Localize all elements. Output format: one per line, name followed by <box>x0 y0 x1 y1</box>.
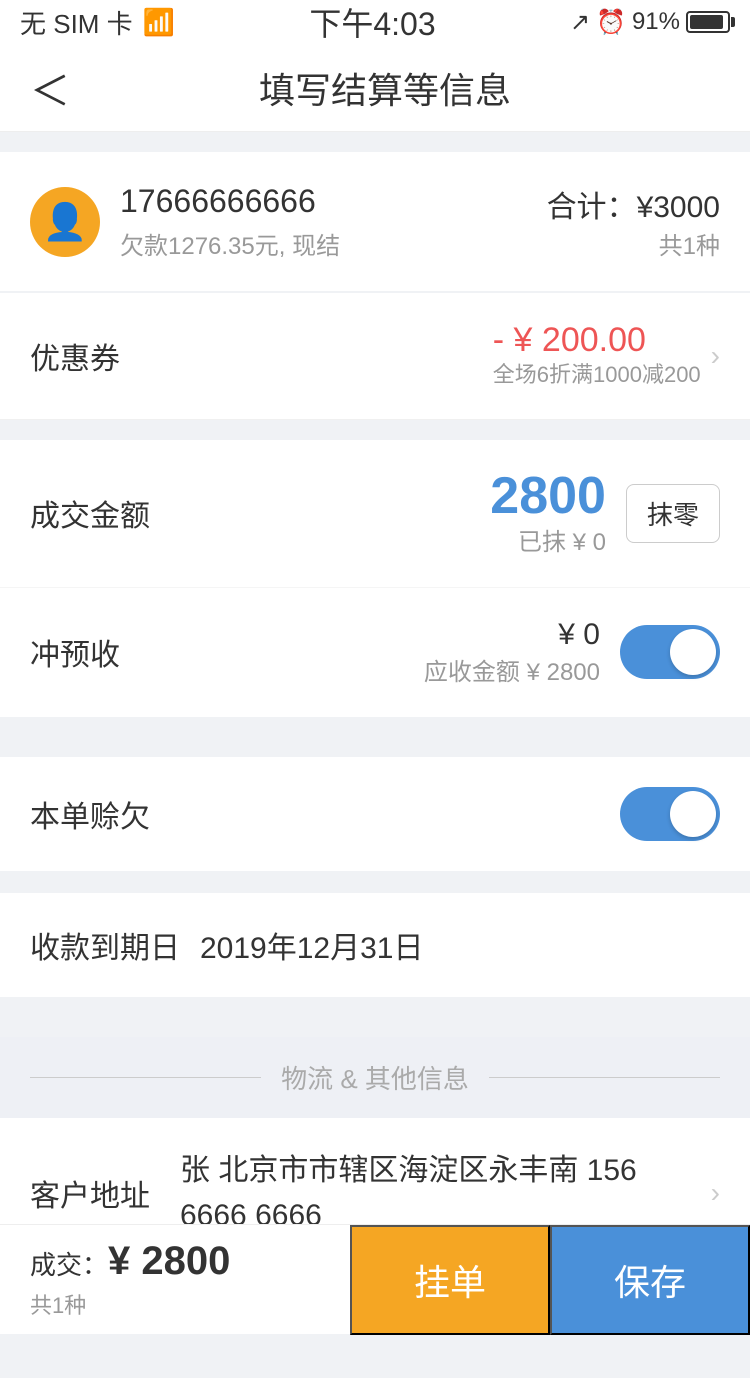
avatar: 👤 <box>30 187 100 257</box>
user-total: 合计：¥3000 共1种 <box>547 182 720 261</box>
erase-button[interactable]: 抹零 <box>626 484 720 543</box>
status-right: ↗ ⏰ 91% <box>570 8 730 37</box>
page-title: 填写结算等信息 <box>90 62 680 114</box>
total-value: ¥3000 <box>637 191 720 224</box>
chevron-right-icon: › <box>711 340 720 372</box>
battery-fill <box>690 15 723 29</box>
total-label: 合计： <box>547 191 637 224</box>
toggle-knob <box>670 629 716 675</box>
bottom-info: 成交：¥ 2800 共1种 <box>0 1239 350 1320</box>
due-date-label: 收款到期日 <box>30 923 180 967</box>
prepaid-label: 冲预收 <box>30 630 120 674</box>
prepaid-toggle[interactable] <box>620 625 720 679</box>
prepaid-receivable: 应收金额 ¥ 2800 <box>424 652 600 687</box>
bottom-deal-text: 成交： <box>30 1250 108 1280</box>
deal-amount-row: 成交金额 2800 已抹 ¥ 0 抹零 <box>0 440 750 588</box>
section-header-text: 物流 & 其他信息 <box>281 1059 469 1096</box>
sim-label: 无 SIM 卡 <box>20 4 133 41</box>
status-time: 下午4:03 <box>309 0 435 45</box>
coupon-row[interactable]: 优惠券 - ¥ 200.00 全场6折满1000减200 › <box>0 293 750 420</box>
deal-amount-value: 2800 <box>490 470 606 522</box>
save-button[interactable]: 保存 <box>550 1225 750 1335</box>
bottom-deal-label: 成交：¥ 2800 <box>30 1239 320 1284</box>
debt-toggle[interactable] <box>620 787 720 841</box>
header-line-left <box>30 1077 261 1078</box>
battery-icon <box>686 11 730 33</box>
prepaid-right: ¥ 0 应收金额 ¥ 2800 <box>424 618 720 687</box>
section-gap-2 <box>0 717 750 737</box>
logistics-section-header: 物流 & 其他信息 <box>0 1037 750 1118</box>
location-icon: ↗ <box>570 8 590 37</box>
debt-row: 本单赊欠 <box>0 757 750 871</box>
due-date-row: 收款到期日 2019年12月31日 <box>0 893 750 997</box>
form-section-1: 成交金额 2800 已抹 ¥ 0 抹零 冲预收 ¥ 0 应收金额 ¥ 2800 <box>0 440 750 717</box>
user-phone: 17666666666 <box>120 183 340 220</box>
user-card: 👤 17666666666 欠款1276.35元, 现结 合计：¥3000 共1… <box>0 152 750 291</box>
address-label: 客户地址 <box>30 1171 150 1215</box>
battery-percent: 91% <box>632 8 680 36</box>
user-left: 👤 17666666666 欠款1276.35元, 现结 <box>30 183 340 261</box>
debt-toggle-knob <box>670 791 716 837</box>
wifi-icon: 📶 <box>143 7 175 38</box>
bottom-bar: 成交：¥ 2800 共1种 挂单 保存 <box>0 1224 750 1334</box>
bottom-count: 共1种 <box>30 1288 320 1320</box>
prepaid-row: 冲预收 ¥ 0 应收金额 ¥ 2800 <box>0 588 750 717</box>
coupon-right: - ¥ 200.00 全场6折满1000减200 › <box>493 321 720 391</box>
section-gap-1 <box>0 420 750 440</box>
address-chevron-icon: › <box>711 1177 720 1209</box>
debt-label: 本单赊欠 <box>30 792 150 836</box>
header-line-right <box>489 1077 720 1078</box>
coupon-label: 优惠券 <box>30 334 120 378</box>
user-info: 17666666666 欠款1276.35元, 现结 <box>120 183 340 261</box>
clock-icon: ⏰ <box>596 8 626 37</box>
prepaid-amount: ¥ 0 <box>424 618 600 652</box>
bottom-deal-amount: ¥ 2800 <box>108 1239 230 1283</box>
due-date-value: 2019年12月31日 <box>200 923 423 967</box>
section-gap-4 <box>0 997 750 1017</box>
deal-erased: 已抹 ¥ 0 <box>490 522 606 557</box>
nav-bar: ＜ 填写结算等信息 <box>0 44 750 132</box>
content-area: 👤 17666666666 欠款1276.35元, 现结 合计：¥3000 共1… <box>0 152 750 1378</box>
status-bar: 无 SIM 卡 📶 下午4:03 ↗ ⏰ 91% <box>0 0 750 44</box>
deal-amount-wrap: 2800 已抹 ¥ 0 <box>490 470 606 557</box>
user-debt: 欠款1276.35元, 现结 <box>120 226 340 261</box>
status-left: 无 SIM 卡 📶 <box>20 4 175 41</box>
back-button[interactable]: ＜ <box>30 59 70 117</box>
deal-amount-label: 成交金额 <box>30 491 150 535</box>
coupon-desc: 全场6折满1000减200 <box>493 360 701 391</box>
total-amount: 合计：¥3000 <box>547 182 720 226</box>
pending-button[interactable]: 挂单 <box>350 1225 550 1335</box>
deal-right: 2800 已抹 ¥ 0 抹零 <box>490 470 720 557</box>
section-gap-3 <box>0 871 750 891</box>
coupon-discount: - ¥ 200.00 <box>493 321 701 360</box>
total-count: 共1种 <box>547 226 720 261</box>
prepaid-amount-wrap: ¥ 0 应收金额 ¥ 2800 <box>424 618 600 687</box>
